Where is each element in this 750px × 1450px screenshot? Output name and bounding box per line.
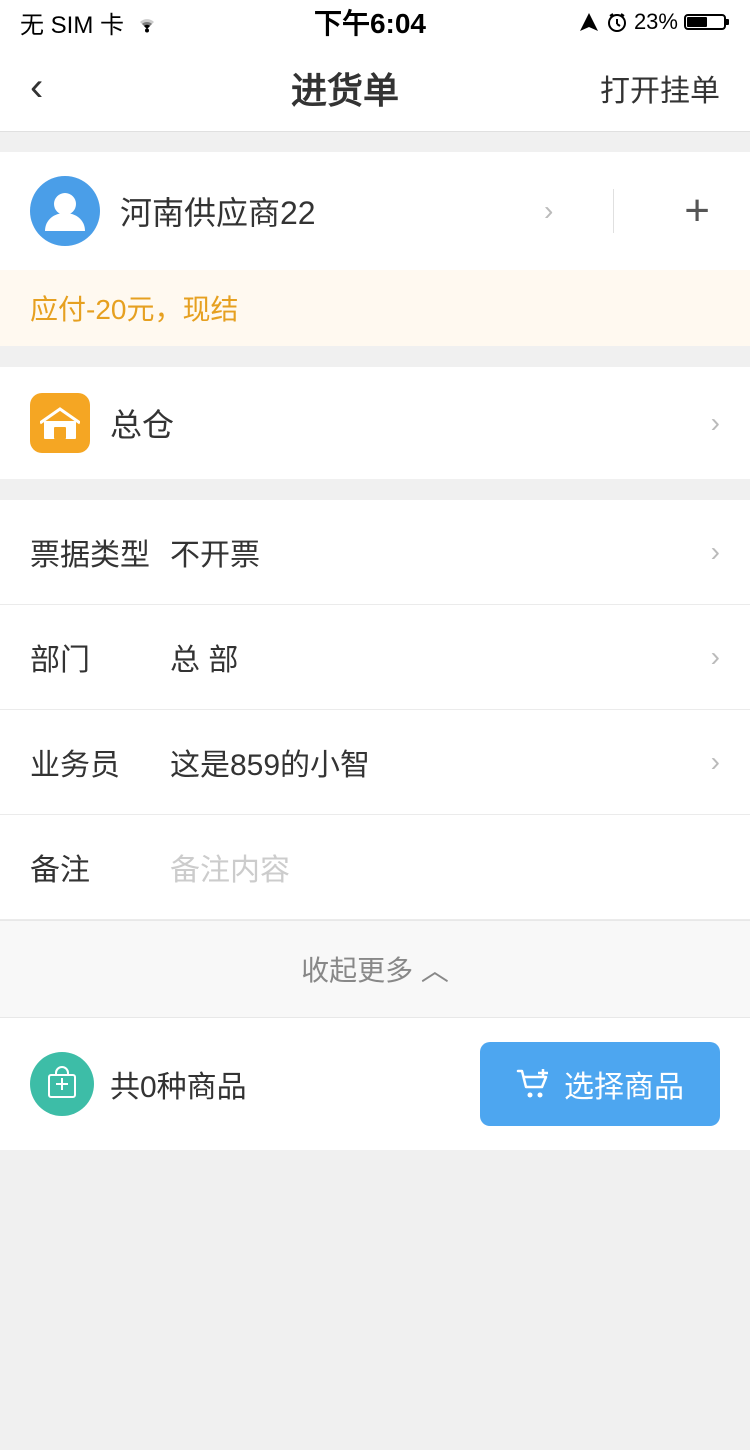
- remark-input[interactable]: 备注内容: [170, 845, 720, 889]
- select-product-label: 选择商品: [564, 1062, 684, 1106]
- cart-icon: [516, 1069, 552, 1099]
- remark-row[interactable]: 备注 备注内容: [0, 815, 750, 920]
- section-divider-3: [0, 480, 750, 500]
- salesperson-row[interactable]: 业务员 这是859的小智 ›: [0, 710, 750, 815]
- alarm-icon: [606, 11, 628, 33]
- product-bar: 共0种商品 选择商品: [0, 1017, 750, 1150]
- invoice-type-chevron-icon: ›: [711, 536, 720, 568]
- signal-text: 无 SIM 卡: [20, 5, 124, 40]
- collapse-button[interactable]: 收起更多 ︿: [0, 920, 750, 1017]
- alert-text: 应付-20元，现结: [30, 294, 238, 325]
- status-left: 无 SIM 卡: [20, 5, 162, 40]
- product-count-wrap: 共0种商品: [30, 1052, 247, 1116]
- status-time: 下午6:04: [314, 2, 426, 42]
- salesperson-chevron-icon: ›: [711, 746, 720, 778]
- warehouse-chevron-icon: ›: [711, 407, 720, 439]
- supplier-section: 河南供应商22 › + 应付-20元，现结: [0, 152, 750, 347]
- battery-icon: [684, 11, 730, 33]
- vertical-divider: [613, 189, 614, 233]
- supplier-avatar: [30, 176, 100, 246]
- select-product-button[interactable]: 选择商品: [480, 1042, 720, 1126]
- supplier-name: 河南供应商22: [120, 188, 544, 234]
- salesperson-label: 业务员: [30, 740, 170, 784]
- page-title: 进货单: [291, 62, 399, 114]
- section-divider-1: [0, 132, 750, 152]
- supplier-chevron-icon: ›: [544, 195, 553, 227]
- warehouse-section: 总仓 ›: [0, 367, 750, 480]
- invoice-type-row[interactable]: 票据类型 不开票 ›: [0, 500, 750, 605]
- product-icon: [43, 1065, 81, 1103]
- warehouse-name: 总仓: [110, 400, 711, 446]
- department-chevron-icon: ›: [711, 641, 720, 673]
- department-value: 总 部: [170, 635, 711, 679]
- location-icon: [578, 11, 600, 33]
- status-right: 23%: [578, 9, 730, 35]
- open-pending-button[interactable]: 打开挂单: [600, 66, 720, 110]
- battery-percent: 23%: [634, 9, 678, 35]
- back-button[interactable]: ‹: [30, 65, 90, 110]
- department-row[interactable]: 部门 总 部 ›: [0, 605, 750, 710]
- department-label: 部门: [30, 635, 170, 679]
- supplier-row[interactable]: 河南供应商22 ›: [0, 152, 583, 270]
- warehouse-icon-wrap: [30, 393, 90, 453]
- add-supplier-button[interactable]: +: [644, 152, 750, 270]
- collapse-text: 收起更多 ︿: [301, 949, 449, 989]
- invoice-type-label: 票据类型: [30, 530, 170, 574]
- remark-label: 备注: [30, 845, 170, 889]
- warehouse-row[interactable]: 总仓 ›: [0, 367, 750, 480]
- section-divider-2: [0, 347, 750, 367]
- form-section: 票据类型 不开票 › 部门 总 部 › 业务员 这是859的小智 › 备注 备注…: [0, 500, 750, 1017]
- warehouse-icon: [40, 405, 80, 441]
- status-bar: 无 SIM 卡 下午6:04 23%: [0, 0, 750, 44]
- product-count-text: 共0种商品: [110, 1062, 247, 1106]
- alert-row: 应付-20元，现结: [0, 270, 750, 347]
- person-icon: [40, 186, 90, 236]
- product-icon-wrap: [30, 1052, 94, 1116]
- plus-icon: +: [674, 186, 720, 236]
- invoice-type-value: 不开票: [170, 530, 711, 574]
- salesperson-value: 这是859的小智: [170, 740, 711, 784]
- nav-bar: ‹ 进货单 打开挂单: [0, 44, 750, 132]
- bottom-fill: [0, 1150, 750, 1450]
- wifi-icon: [132, 11, 162, 33]
